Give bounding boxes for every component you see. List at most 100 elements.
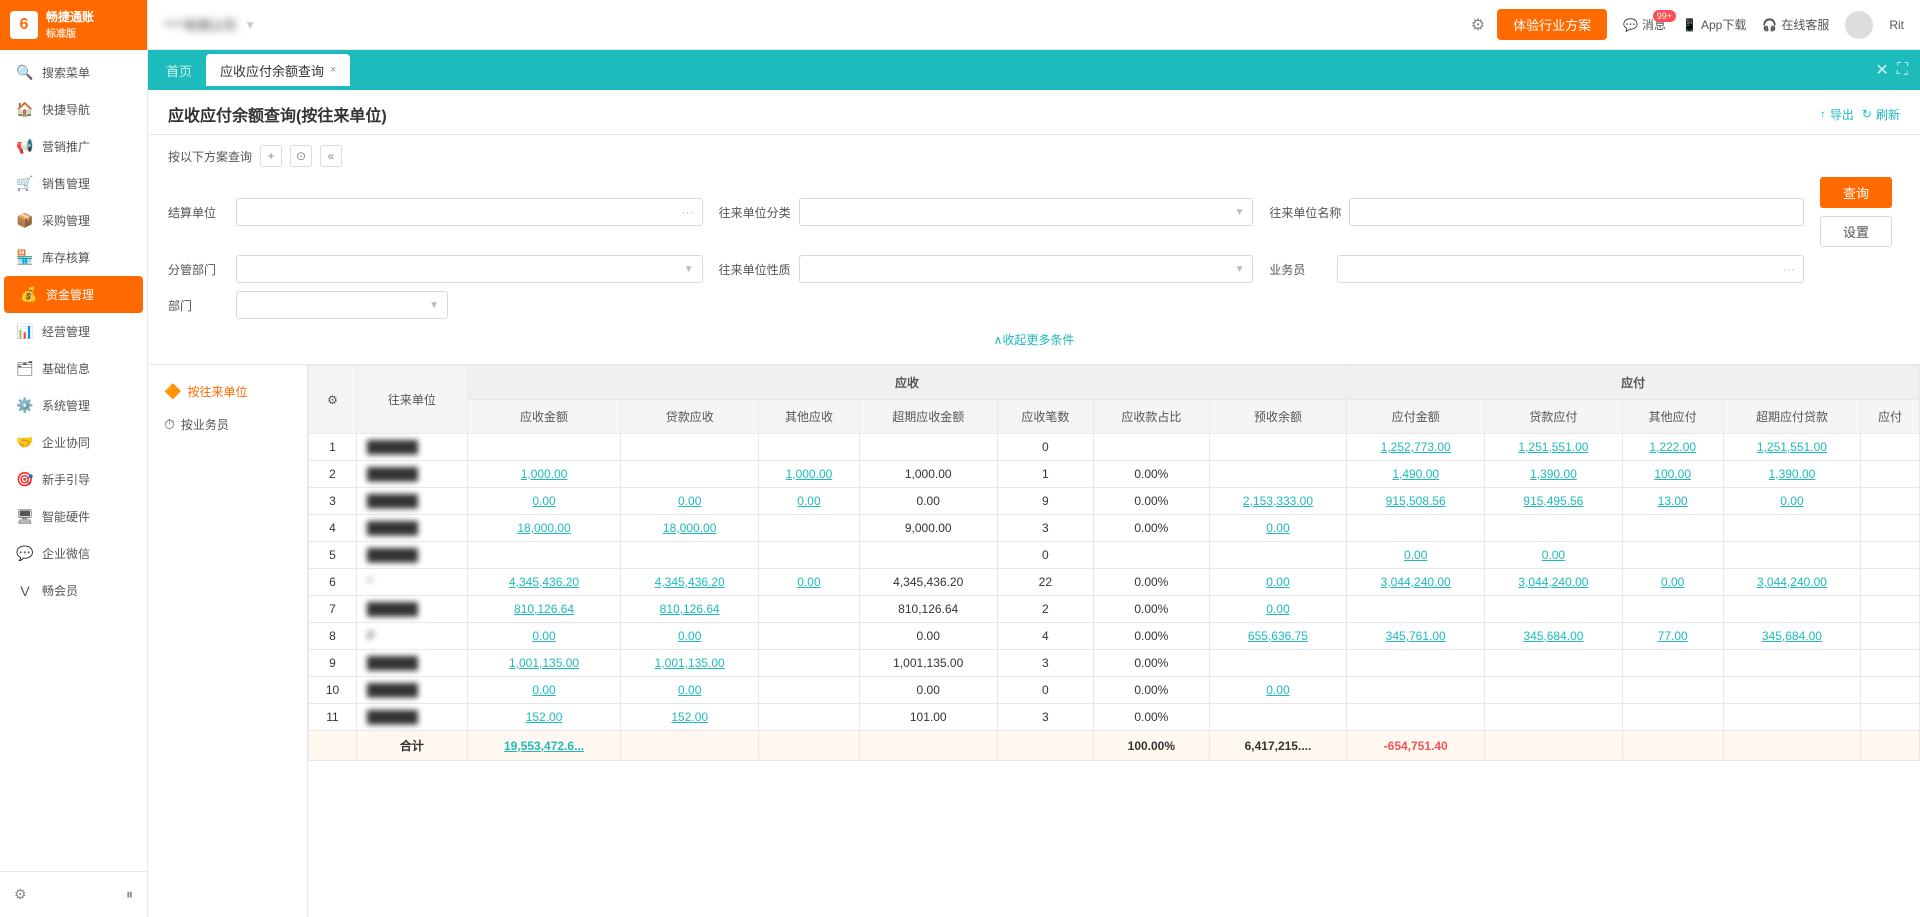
add-scheme-btn[interactable]: + [260,145,282,167]
overdue-pay[interactable]: 3,044,240.00 [1723,569,1861,596]
pay-amount[interactable]: 1,490.00 [1347,461,1485,488]
left-panel-by-partner[interactable]: 🔶 按往来单位 [148,375,307,408]
sidebar-item-purchase[interactable]: 📦采购管理 [0,202,147,239]
loan-recv[interactable]: 0.00 [621,488,759,515]
recv-amount[interactable]: 0.00 [467,677,621,704]
loan-pay[interactable]: 0.00 [1485,542,1623,569]
prepay[interactable]: 655,636.75 [1209,623,1347,650]
message-icon: 💬 [1623,18,1638,32]
loan-recv[interactable]: 18,000.00 [621,515,759,542]
recv-amount[interactable]: 0.00 [467,488,621,515]
footer-recv-amount[interactable]: 19,553,472.6... [467,731,621,761]
tab-close-icon[interactable]: × [330,64,336,76]
other-pay[interactable]: 13.00 [1622,488,1723,515]
recv-amount[interactable]: 1,001,135.00 [467,650,621,677]
loan-recv[interactable]: 152.00 [621,704,759,731]
sidebar-item-wechat[interactable]: 💬企业微信 [0,535,147,572]
left-panel-by-salesman[interactable]: ⏱ 按业务员 [148,408,307,441]
loan-pay [1485,704,1623,731]
query-btn[interactable]: 查询 [1820,177,1892,208]
loan-pay[interactable]: 3,044,240.00 [1485,569,1623,596]
message-btn[interactable]: 💬 消息 99+ [1623,16,1666,33]
other-recv[interactable]: 1,000.00 [759,461,860,488]
category-input[interactable]: ▼ [799,198,1254,226]
recv-amount[interactable]: 0.00 [467,623,621,650]
other-recv[interactable]: 0.00 [759,569,860,596]
sidebar-item-search[interactable]: 🔍搜索菜单 [0,54,147,91]
table-settings-icon[interactable]: ⚙ [327,393,338,407]
scheme-settings-btn[interactable]: ⊙ [290,145,312,167]
set-btn[interactable]: 设置 [1820,216,1892,247]
partner-name-input[interactable] [1349,198,1804,226]
tab-home[interactable]: 首页 [152,54,206,86]
loan-pay[interactable]: 1,251,551.00 [1485,434,1623,461]
pay-amount[interactable]: 915,508.56 [1347,488,1485,515]
other-pay[interactable]: 0.00 [1622,569,1723,596]
sidebar-item-member[interactable]: V畅会员 [0,572,147,609]
nature-input[interactable]: ▼ [799,255,1254,283]
recv-amount[interactable]: 4,345,436.20 [467,569,621,596]
refresh-btn[interactable]: ↻ 刷新 [1862,106,1900,123]
recv-amount[interactable]: 18,000.00 [467,515,621,542]
settings-icon[interactable]: ⚙ [10,882,31,907]
sidebar-item-operation[interactable]: 📊经营管理 [0,313,147,350]
collapse-icon[interactable]: ⏸ [122,882,137,907]
prepay[interactable]: 0.00 [1209,677,1347,704]
loan-pay[interactable]: 345,684.00 [1485,623,1623,650]
industry-btn[interactable]: 体验行业方案 [1497,9,1607,40]
scheme-collapse-btn[interactable]: « [320,145,342,167]
recv-amount[interactable]: 810,126.64 [467,596,621,623]
overdue-pay[interactable]: 0.00 [1723,488,1861,515]
sidebar-item-basic[interactable]: 🗂基础信息 [0,350,147,387]
other-recv[interactable]: 0.00 [759,488,860,515]
maximize-icon[interactable]: ⛶ [1897,61,1908,79]
pay-amount[interactable]: 1,252,773.00 [1347,434,1485,461]
salesman-input[interactable]: ··· [1337,255,1804,283]
loan-recv[interactable]: 0.00 [621,677,759,704]
other-pay[interactable]: 100.00 [1622,461,1723,488]
tab-ar-ap[interactable]: 应收应付余额查询 × [206,54,350,86]
prepay[interactable]: 0.00 [1209,569,1347,596]
loan-recv[interactable]: 0.00 [621,623,759,650]
other-pay[interactable]: 77.00 [1622,623,1723,650]
overdue-pay[interactable]: 1,251,551.00 [1723,434,1861,461]
loan-recv[interactable]: 1,001,135.00 [621,650,759,677]
sidebar-item-inventory[interactable]: 🏪库存核算 [0,239,147,276]
settings-col-header[interactable]: ⚙ [309,366,357,434]
loan-pay[interactable]: 1,390.00 [1485,461,1623,488]
recv-amount[interactable]: 1,000.00 [467,461,621,488]
loan-pay[interactable]: 915,495.56 [1485,488,1623,515]
filter-collapse-btn[interactable]: ∧ 收起更多条件 [168,325,1900,354]
pay-amount[interactable]: 3,044,240.00 [1347,569,1485,596]
loan-recv[interactable]: 4,345,436.20 [621,569,759,596]
prepay[interactable]: 0.00 [1209,515,1347,542]
export-btn[interactable]: ↑ 导出 [1820,106,1854,123]
user-name[interactable]: Rit [1889,18,1904,32]
close-window-icon[interactable]: ✕ [1875,60,1888,80]
sidebar-item-finance[interactable]: 💰资金管理 [4,276,143,313]
app-download-btn[interactable]: 📱 App下载 [1682,16,1746,33]
overdue-pay[interactable]: 345,684.00 [1723,623,1861,650]
overdue-pay[interactable]: 1,390.00 [1723,461,1861,488]
sidebar-item-sales[interactable]: 🛒销售管理 [0,165,147,202]
recv-ratio: 0.00% [1094,515,1210,542]
sidebar-item-quick-nav[interactable]: 🏠快捷导航 [0,91,147,128]
online-service-btn[interactable]: 🎧 在线客服 [1762,16,1829,33]
recv-amount[interactable]: 152.00 [467,704,621,731]
bizdept-input[interactable]: ▼ [236,291,448,319]
dept-input[interactable]: ▼ [236,255,703,283]
sidebar-item-system[interactable]: ⚙️系统管理 [0,387,147,424]
prepay[interactable]: 0.00 [1209,596,1347,623]
sidebar-item-marketing[interactable]: 📢营销推广 [0,128,147,165]
jiesuan-input[interactable]: ··· [236,198,703,226]
gear-icon[interactable]: ⚙ [1471,15,1485,35]
other-pay[interactable]: 1,222.00 [1622,434,1723,461]
pay-amount[interactable]: 0.00 [1347,542,1485,569]
pay-amount[interactable]: 345,761.00 [1347,623,1485,650]
sidebar-item-newbie[interactable]: 🎯新手引导 [0,461,147,498]
sidebar-item-cooperation[interactable]: 🤝企业协同 [0,424,147,461]
loan-recv[interactable]: 810,126.64 [621,596,759,623]
prepay[interactable]: 2,153,333.00 [1209,488,1347,515]
sidebar-item-hardware[interactable]: 🖥智能硬件 [0,498,147,535]
avatar[interactable] [1845,11,1873,39]
